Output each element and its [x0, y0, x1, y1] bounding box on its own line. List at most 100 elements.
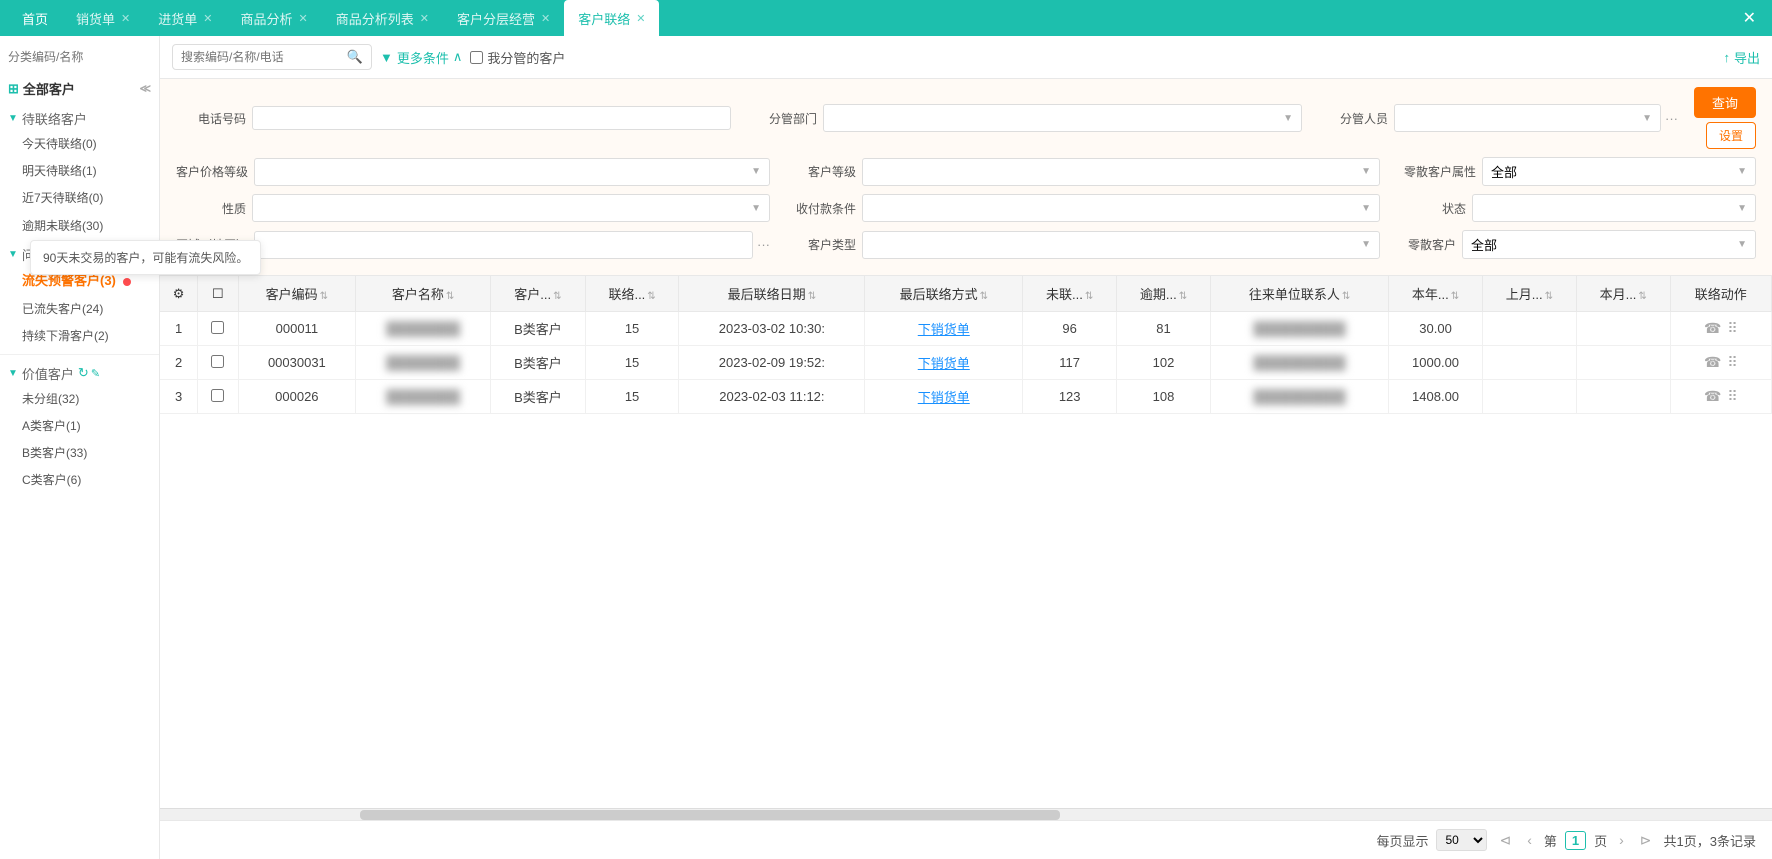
close-icon[interactable]: ✕ — [420, 12, 429, 25]
top-tab-bar: 首页 销货单 ✕ 进货单 ✕ 商品分析 ✕ 商品分析列表 ✕ 客户分层经营 ✕ … — [0, 0, 1772, 36]
contact-icon[interactable]: ☎ — [1704, 320, 1721, 337]
col-contacts[interactable]: 往来单位联系人⇅ — [1210, 276, 1388, 312]
row-last-method[interactable]: 下销货单 — [865, 312, 1023, 346]
contact-icon[interactable]: ☎ — [1704, 354, 1721, 371]
arrow-icon: ▼ — [8, 113, 18, 124]
search-button[interactable]: 🔍 — [347, 49, 363, 65]
per-page-select[interactable]: 50 100 200 — [1436, 829, 1487, 851]
tab-analysis[interactable]: 商品分析 ✕ — [226, 0, 321, 36]
manager-select[interactable]: ▼ — [1394, 104, 1661, 132]
row-last-method[interactable]: 下销货单 — [865, 346, 1023, 380]
col-overdue[interactable]: 逾期...⇅ — [1117, 276, 1211, 312]
settings-button[interactable]: 设置 — [1706, 122, 1756, 149]
sidebar-item-churned[interactable]: 已流失客户(24) — [0, 296, 159, 323]
customer-type-select[interactable]: ▼ — [862, 231, 1380, 259]
contact-icon[interactable]: ☎ — [1704, 388, 1721, 405]
retail-attr-select[interactable]: 全部 ▼ — [1482, 157, 1756, 186]
more-icon[interactable]: ⠿ — [1727, 388, 1737, 405]
row-this-year: 30.00 — [1389, 312, 1483, 346]
tab-customer-contact[interactable]: 客户联络 ✕ — [564, 0, 659, 36]
tab-sales[interactable]: 销货单 ✕ — [62, 0, 144, 36]
refresh-icon[interactable]: ↻ — [78, 365, 89, 381]
retail-customer-select[interactable]: 全部 ▼ — [1462, 230, 1756, 259]
col-this-year[interactable]: 本年...⇅ — [1389, 276, 1483, 312]
sidebar-item-ungrouped[interactable]: 未分组(32) — [0, 386, 159, 413]
price-grade-select[interactable]: ▼ — [254, 158, 770, 186]
col-checkbox[interactable]: ☐ — [198, 276, 239, 312]
first-page-button[interactable]: ⊲ — [1495, 832, 1515, 849]
more-icon[interactable]: ⠿ — [1727, 354, 1737, 371]
my-customers-checkbox[interactable] — [470, 51, 483, 64]
more-icon[interactable]: ⠿ — [1727, 320, 1737, 337]
sidebar-section-pending[interactable]: ▼ 待联络客户 — [0, 104, 159, 131]
customer-grade-select[interactable]: ▼ — [862, 158, 1380, 186]
sidebar-item-overdue[interactable]: 逾期未联络(30) — [0, 213, 159, 240]
sidebar-search-box[interactable]: 🔍 — [0, 44, 159, 69]
col-settings[interactable]: ⚙ — [160, 276, 198, 312]
col-type[interactable]: 客户...⇅ — [491, 276, 586, 312]
row-checkbox[interactable] — [198, 380, 239, 414]
col-unlink[interactable]: 未联...⇅ — [1023, 276, 1117, 312]
scrollbar-thumb[interactable] — [360, 810, 1060, 820]
region-select[interactable] — [254, 231, 753, 259]
sidebar-item-b-class[interactable]: B类客户(33) — [0, 440, 159, 467]
last-page-button[interactable]: ⊳ — [1636, 832, 1656, 849]
horizontal-scrollbar[interactable] — [160, 808, 1772, 820]
dots-icon[interactable]: ··· — [1665, 111, 1678, 126]
arrow-icon: ▼ — [8, 368, 18, 379]
sidebar-item-c-class[interactable]: C类客户(6) — [0, 467, 159, 494]
tab-home[interactable]: 首页 — [8, 0, 62, 36]
close-icon[interactable]: ✕ — [203, 12, 212, 25]
phone-input[interactable] — [252, 106, 731, 130]
retail-customer-field: 零散客户 全部 ▼ — [1396, 230, 1756, 259]
close-icon[interactable]: ✕ — [636, 12, 645, 25]
filter-search-input[interactable] — [181, 50, 347, 64]
row-last-method[interactable]: 下销货单 — [865, 380, 1023, 414]
edit-icon[interactable]: ✎ — [91, 367, 100, 380]
chevron-down-icon: ▼ — [1737, 239, 1747, 250]
status-select[interactable]: ▼ — [1472, 194, 1756, 222]
nature-select[interactable]: ▼ — [252, 194, 770, 222]
row-checkbox[interactable] — [198, 312, 239, 346]
next-page-button[interactable]: › — [1615, 832, 1628, 848]
export-button[interactable]: ↑ 导出 — [1723, 48, 1760, 67]
my-customers-filter[interactable]: 我分管的客户 — [470, 48, 565, 67]
col-contact[interactable]: 联络...⇅ — [585, 276, 679, 312]
sidebar-root[interactable]: ⊞ 全部客户 ≪ — [0, 73, 159, 104]
payment-select[interactable]: ▼ — [862, 194, 1380, 222]
row-unlink-days: 96 — [1023, 312, 1117, 346]
col-name[interactable]: 客户名称⇅ — [356, 276, 491, 312]
col-last-month[interactable]: 上月...⇅ — [1482, 276, 1576, 312]
sort-icon: ⇅ — [808, 291, 816, 302]
prev-page-button[interactable]: ‹ — [1523, 832, 1536, 848]
col-last-date[interactable]: 最后联络日期⇅ — [679, 276, 865, 312]
sidebar-section-value[interactable]: ▼ 价值客户 ↻ ✎ — [0, 359, 159, 386]
tab-purchase[interactable]: 进货单 ✕ — [144, 0, 226, 36]
sidebar-item-7days[interactable]: 近7天待联络(0) — [0, 185, 159, 212]
tab-customer-tier[interactable]: 客户分层经营 ✕ — [443, 0, 564, 36]
close-icon[interactable]: ✕ — [541, 12, 550, 25]
sort-icon: ⇅ — [980, 291, 988, 302]
sidebar-item-a-class[interactable]: A类客户(1) — [0, 413, 159, 440]
close-icon[interactable]: ✕ — [299, 12, 308, 25]
close-icon[interactable]: ✕ — [121, 12, 130, 25]
col-code[interactable]: 客户编码⇅ — [238, 276, 355, 312]
filter-search-box[interactable]: 🔍 — [172, 44, 372, 70]
warning-badge — [123, 278, 131, 286]
query-button[interactable]: 查询 — [1694, 87, 1756, 118]
dept-select[interactable]: ▼ — [823, 104, 1302, 132]
sidebar-search-input[interactable] — [8, 50, 160, 64]
more-conditions-button[interactable]: ▼ 更多条件 ∧ — [380, 48, 462, 67]
col-last-method[interactable]: 最后联络方式⇅ — [865, 276, 1023, 312]
row-last-month — [1482, 312, 1576, 346]
sidebar-item-today[interactable]: 今天待联络(0) — [0, 131, 159, 158]
tab-analysis-list[interactable]: 商品分析列表 ✕ — [322, 0, 443, 36]
row-actions: ☎ ⠿ — [1670, 312, 1771, 346]
dots-icon[interactable]: ··· — [757, 237, 770, 252]
window-close-button[interactable]: ✕ — [1735, 8, 1764, 28]
sidebar-item-declining[interactable]: 持续下滑客户(2) — [0, 323, 159, 350]
row-type: B类客户 — [491, 380, 586, 414]
col-this-month[interactable]: 本月...⇅ — [1576, 276, 1670, 312]
sidebar-item-tomorrow[interactable]: 明天待联络(1) — [0, 158, 159, 185]
row-checkbox[interactable] — [198, 346, 239, 380]
